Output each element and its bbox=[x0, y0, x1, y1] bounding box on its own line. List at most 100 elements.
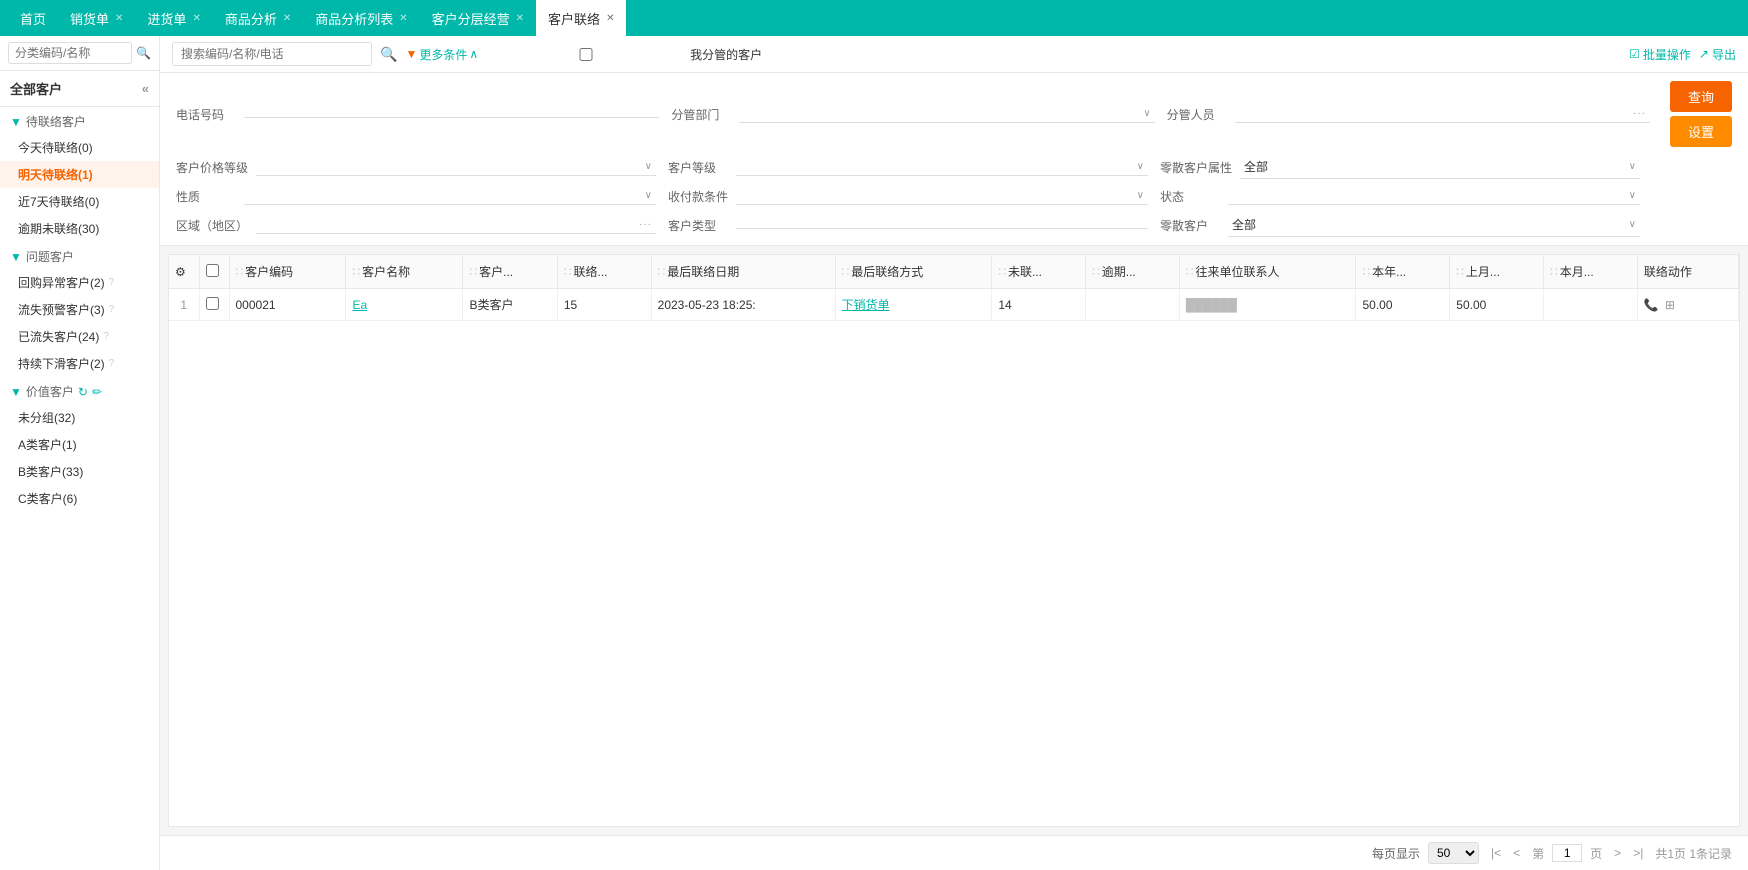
nav-sales-order[interactable]: 销货单 ✕ bbox=[58, 0, 135, 36]
help-icon[interactable]: ? bbox=[109, 304, 115, 315]
sidebar-item-churned[interactable]: 已流失客户(24) ? bbox=[0, 323, 159, 350]
sidebar-item-class-b[interactable]: B类客户(33) bbox=[0, 458, 159, 485]
help-icon[interactable]: ? bbox=[109, 358, 115, 369]
sidebar-item-repurchase-anomaly[interactable]: 回购异常客户(2) ? bbox=[0, 269, 159, 296]
per-page-select[interactable]: 50 100 200 bbox=[1428, 842, 1479, 864]
filter-retail-attribute: 零散客户属性 全部 ∨ bbox=[1160, 155, 1640, 179]
advanced-filter-panel: 电话号码 分管部门 ∨ 分管人员 ··· bbox=[160, 73, 1748, 246]
sidebar-item-tomorrow-pending[interactable]: 明天待联络(1) bbox=[0, 161, 159, 188]
page-input[interactable] bbox=[1552, 844, 1582, 862]
dept-select[interactable]: ∨ bbox=[739, 105, 1154, 123]
my-customers-checkbox-area: 我分管的客户 bbox=[486, 46, 762, 63]
sidebar-item-class-c[interactable]: C类客户(6) bbox=[0, 485, 159, 512]
more-icon: ··· bbox=[639, 219, 652, 230]
row-number: 1 bbox=[169, 289, 199, 321]
content-area: 🔍 ▼ 更多条件 ∧ 我分管的客户 ☑ 批量操作 ↗ 导出 bbox=[160, 36, 1748, 870]
chevron-down-icon: ∨ bbox=[645, 190, 652, 201]
edit-icon[interactable]: ✏ bbox=[92, 385, 102, 399]
contact-icon[interactable]: 📞 bbox=[1644, 298, 1659, 312]
query-button[interactable]: 查询 bbox=[1670, 81, 1732, 112]
close-icon[interactable]: ✕ bbox=[516, 13, 524, 24]
per-page-label: 每页显示 bbox=[1372, 845, 1420, 862]
checkbox-icon: ☑ bbox=[1629, 47, 1640, 61]
row-last-contact-method[interactable]: 下销货单 bbox=[835, 289, 992, 321]
col-last-month: ∷上月... bbox=[1450, 255, 1544, 289]
status-select[interactable]: ∨ bbox=[1228, 187, 1640, 205]
filter-price-level: 客户价格等级 ∨ bbox=[176, 158, 656, 176]
last-page-button[interactable]: >| bbox=[1629, 844, 1647, 862]
my-customers-checkbox[interactable] bbox=[486, 48, 686, 61]
price-level-select[interactable]: ∨ bbox=[256, 158, 656, 176]
customer-level-select[interactable]: ∨ bbox=[736, 158, 1148, 176]
col-last-contact-method: ∷最后联络方式 bbox=[835, 255, 992, 289]
customer-type-input[interactable] bbox=[736, 222, 1148, 229]
export-button[interactable]: ↗ 导出 bbox=[1699, 46, 1736, 63]
sidebar-item-overdue-contact[interactable]: 逾期未联络(30) bbox=[0, 215, 159, 242]
more-conditions-button[interactable]: ▼ 更多条件 ∧ bbox=[405, 46, 478, 63]
nature-select[interactable]: ∨ bbox=[244, 187, 656, 205]
search-icon[interactable]: 🔍 bbox=[136, 46, 151, 60]
row-customer-type: B类客户 bbox=[463, 289, 557, 321]
close-icon[interactable]: ✕ bbox=[115, 13, 123, 24]
arrow-icon: ▼ bbox=[10, 115, 22, 129]
collapse-icon[interactable]: « bbox=[142, 81, 149, 96]
sidebar-item-declining[interactable]: 持续下滑客户(2) ? bbox=[0, 350, 159, 377]
settings-button[interactable]: 设置 bbox=[1670, 116, 1732, 147]
first-page-button[interactable]: |< bbox=[1487, 844, 1505, 862]
export-icon: ↗ bbox=[1699, 47, 1709, 61]
payment-terms-select[interactable]: ∨ bbox=[736, 187, 1148, 205]
nav-customer-contact[interactable]: 客户联络 ✕ bbox=[536, 0, 626, 36]
person-input[interactable]: ··· bbox=[1235, 105, 1650, 123]
refresh-icon[interactable]: ↻ bbox=[78, 385, 88, 399]
nav-product-analysis-list[interactable]: 商品分析列表 ✕ bbox=[303, 0, 419, 36]
grid-icon[interactable]: ⊞ bbox=[1665, 298, 1675, 312]
col-settings[interactable]: ⚙ bbox=[169, 255, 199, 289]
search-input[interactable] bbox=[172, 42, 372, 66]
batch-operation-button[interactable]: ☑ 批量操作 bbox=[1629, 46, 1691, 63]
sidebar-search-input[interactable] bbox=[8, 42, 132, 64]
col-contact-count: ∷联络... bbox=[557, 255, 651, 289]
all-customers-label: 全部客户 bbox=[10, 79, 62, 98]
col-checkbox[interactable] bbox=[199, 255, 229, 289]
search-button[interactable]: 🔍 bbox=[380, 46, 397, 63]
col-this-year: ∷本年... bbox=[1356, 255, 1450, 289]
sidebar-all-customers[interactable]: 全部客户 « bbox=[0, 71, 159, 107]
filter-person: 分管人员 ··· bbox=[1167, 105, 1650, 123]
chevron-down-icon: ∨ bbox=[645, 161, 652, 172]
next-page-button[interactable]: > bbox=[1610, 844, 1625, 862]
total-info: 共1页 1条记录 bbox=[1655, 845, 1732, 862]
close-icon[interactable]: ✕ bbox=[192, 13, 200, 24]
filter-nature: 性质 ∨ bbox=[176, 187, 656, 205]
close-icon[interactable]: ✕ bbox=[606, 13, 614, 24]
nav-customer-stratified[interactable]: 客户分层经营 ✕ bbox=[420, 0, 536, 36]
retail-customer-select[interactable]: 全部 ∨ bbox=[1228, 213, 1640, 237]
phone-input[interactable] bbox=[244, 111, 659, 118]
top-navigation: 首页 销货单 ✕ 进货单 ✕ 商品分析 ✕ 商品分析列表 ✕ 客户分层经营 ✕ … bbox=[0, 0, 1748, 36]
table-header-row: ⚙ ∷客户编码 ∷客户名称 ∷客户... ∷联络... ∷最后联络日期 ∷最后联… bbox=[169, 255, 1739, 289]
col-this-month: ∷本月... bbox=[1544, 255, 1638, 289]
row-checkbox-cell[interactable] bbox=[199, 289, 229, 321]
nav-product-analysis[interactable]: 商品分析 ✕ bbox=[213, 0, 303, 36]
close-icon[interactable]: ✕ bbox=[283, 13, 291, 24]
region-input[interactable]: ··· bbox=[256, 216, 656, 234]
close-icon[interactable]: ✕ bbox=[399, 13, 407, 24]
col-action: 联络动作 bbox=[1637, 255, 1738, 289]
retail-attr-select[interactable]: 全部 ∨ bbox=[1240, 155, 1640, 179]
help-icon[interactable]: ? bbox=[109, 277, 115, 288]
sidebar-item-today-pending[interactable]: 今天待联络(0) bbox=[0, 134, 159, 161]
select-all-checkbox[interactable] bbox=[206, 264, 219, 277]
sidebar-item-7days-pending[interactable]: 近7天待联络(0) bbox=[0, 188, 159, 215]
row-checkbox[interactable] bbox=[206, 297, 219, 310]
nav-purchase-order[interactable]: 进货单 ✕ bbox=[135, 0, 212, 36]
row-contact-person: ██████ bbox=[1179, 289, 1356, 321]
chevron-down-icon: ∨ bbox=[1629, 190, 1636, 201]
sidebar-item-class-a[interactable]: A类客户(1) bbox=[0, 431, 159, 458]
customer-table: ⚙ ∷客户编码 ∷客户名称 ∷客户... ∷联络... ∷最后联络日期 ∷最后联… bbox=[169, 255, 1739, 321]
chevron-down-icon: ∨ bbox=[1629, 161, 1636, 172]
sidebar-item-ungrouped[interactable]: 未分组(32) bbox=[0, 404, 159, 431]
sidebar-item-churn-warning[interactable]: 流失预警客户(3) ? bbox=[0, 296, 159, 323]
prev-page-button[interactable]: < bbox=[1509, 844, 1524, 862]
nav-home[interactable]: 首页 bbox=[8, 0, 58, 36]
help-icon[interactable]: ? bbox=[103, 331, 109, 342]
row-customer-name[interactable]: Ea bbox=[346, 289, 463, 321]
